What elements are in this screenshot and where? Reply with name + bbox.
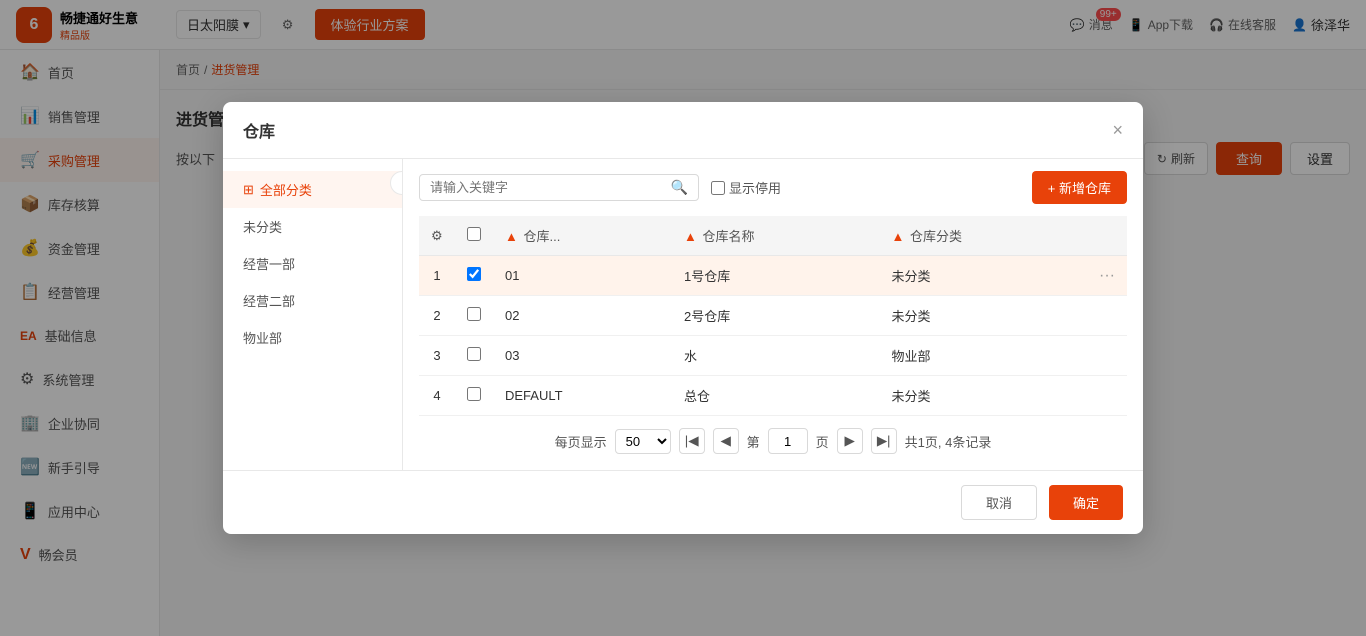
dialog-body: 《 ⊞ 全部分类 未分类 经营一部 经营二部 物业部 [223, 159, 1143, 470]
table-header: ⚙ ▲ 仓库... ▲ [419, 216, 1127, 256]
row-num: 1 [419, 256, 455, 296]
row-code: 03 [493, 336, 672, 376]
first-page-button[interactable]: |◀ [679, 428, 705, 454]
page-number-input[interactable] [768, 428, 808, 454]
row-checkbox-cell [455, 256, 493, 296]
dialog-close-button[interactable]: × [1112, 121, 1123, 139]
table-wrapper: ⚙ ▲ 仓库... ▲ [419, 216, 1127, 416]
table-toolbar: 🔍 显示停用 + 新增仓库 [419, 171, 1127, 204]
table-panel: 🔍 显示停用 + 新增仓库 ⚙ [403, 159, 1143, 470]
table-row[interactable]: 1 01 1号仓库 未分类 ··· [419, 256, 1127, 296]
sort-icon-name: ▲ [684, 229, 697, 244]
category-all[interactable]: ⊞ 全部分类 [223, 171, 402, 208]
dialog-title: 仓库 [243, 118, 275, 142]
warehouse-table: ⚙ ▲ 仓库... ▲ [419, 216, 1127, 416]
category-panel: 《 ⊞ 全部分类 未分类 经营一部 经营二部 物业部 [223, 159, 403, 470]
search-input[interactable] [430, 180, 665, 195]
table-row[interactable]: 4 DEFAULT 总仓 未分类 [419, 376, 1127, 416]
row-name: 水 [672, 336, 879, 376]
row-checkbox-cell [455, 376, 493, 416]
row-name: 2号仓库 [672, 296, 879, 336]
row-more [1087, 296, 1127, 336]
category-prop[interactable]: 物业部 [223, 319, 402, 356]
page-info: 共1页, 4条记录 [905, 432, 992, 451]
row-code: 01 [493, 256, 672, 296]
col-category: ▲ 仓库分类 [880, 216, 1088, 256]
sort-icon-cat: ▲ [892, 229, 905, 244]
search-box: 🔍 [419, 174, 699, 201]
pagination: 每页显示 50 100 200 |◀ ◀ 第 页 ▶ ▶| 共1页, 4条记录 [419, 416, 1127, 458]
confirm-button[interactable]: 确定 [1049, 485, 1123, 520]
row-checkbox[interactable] [467, 267, 481, 281]
row-more: ··· [1087, 256, 1127, 296]
table-body: 1 01 1号仓库 未分类 ··· 2 02 2 [419, 256, 1127, 416]
row-category: 未分类 [880, 256, 1088, 296]
row-checkbox[interactable] [467, 387, 481, 401]
dialog-footer: 取消 确定 [223, 470, 1143, 534]
col-checkbox [455, 216, 493, 256]
cancel-button[interactable]: 取消 [961, 485, 1037, 520]
col-code: ▲ 仓库... [493, 216, 672, 256]
show-disabled-checkbox[interactable] [711, 181, 725, 195]
row-more [1087, 376, 1127, 416]
row-num: 3 [419, 336, 455, 376]
row-name: 1号仓库 [672, 256, 879, 296]
warehouse-dialog: 仓库 × 《 ⊞ 全部分类 未分类 经营一部 经营二部 [223, 102, 1143, 534]
grid-icon: ⊞ [243, 182, 254, 198]
show-disabled-label[interactable]: 显示停用 [711, 178, 781, 197]
last-page-button[interactable]: ▶| [871, 428, 897, 454]
row-checkbox[interactable] [467, 307, 481, 321]
row-num: 2 [419, 296, 455, 336]
row-code: DEFAULT [493, 376, 672, 416]
table-row[interactable]: 3 03 水 物业部 [419, 336, 1127, 376]
category-op1[interactable]: 经营一部 [223, 245, 402, 282]
category-none[interactable]: 未分类 [223, 208, 402, 245]
per-page-select[interactable]: 50 100 200 [615, 429, 671, 454]
category-op2[interactable]: 经营二部 [223, 282, 402, 319]
dialog-header: 仓库 × [223, 102, 1143, 159]
row-num: 4 [419, 376, 455, 416]
prev-page-button[interactable]: ◀ [713, 428, 739, 454]
row-checkbox-cell [455, 296, 493, 336]
row-name: 总仓 [672, 376, 879, 416]
row-checkbox[interactable] [467, 347, 481, 361]
row-more [1087, 336, 1127, 376]
table-row[interactable]: 2 02 2号仓库 未分类 [419, 296, 1127, 336]
dialog-overlay: 仓库 × 《 ⊞ 全部分类 未分类 经营一部 经营二部 [0, 0, 1366, 636]
col-gear: ⚙ [419, 216, 455, 256]
row-code: 02 [493, 296, 672, 336]
row-category: 未分类 [880, 376, 1088, 416]
col-actions [1087, 216, 1127, 256]
row-category: 物业部 [880, 336, 1088, 376]
more-icon[interactable]: ··· [1099, 267, 1115, 284]
add-warehouse-button[interactable]: + 新增仓库 [1032, 171, 1127, 204]
select-all-checkbox[interactable] [467, 227, 481, 241]
next-page-button[interactable]: ▶ [837, 428, 863, 454]
gear-icon: ⚙ [431, 228, 443, 243]
row-category: 未分类 [880, 296, 1088, 336]
sort-icon: ▲ [505, 229, 518, 244]
row-checkbox-cell [455, 336, 493, 376]
col-name: ▲ 仓库名称 [672, 216, 879, 256]
search-icon: 🔍 [671, 179, 688, 196]
